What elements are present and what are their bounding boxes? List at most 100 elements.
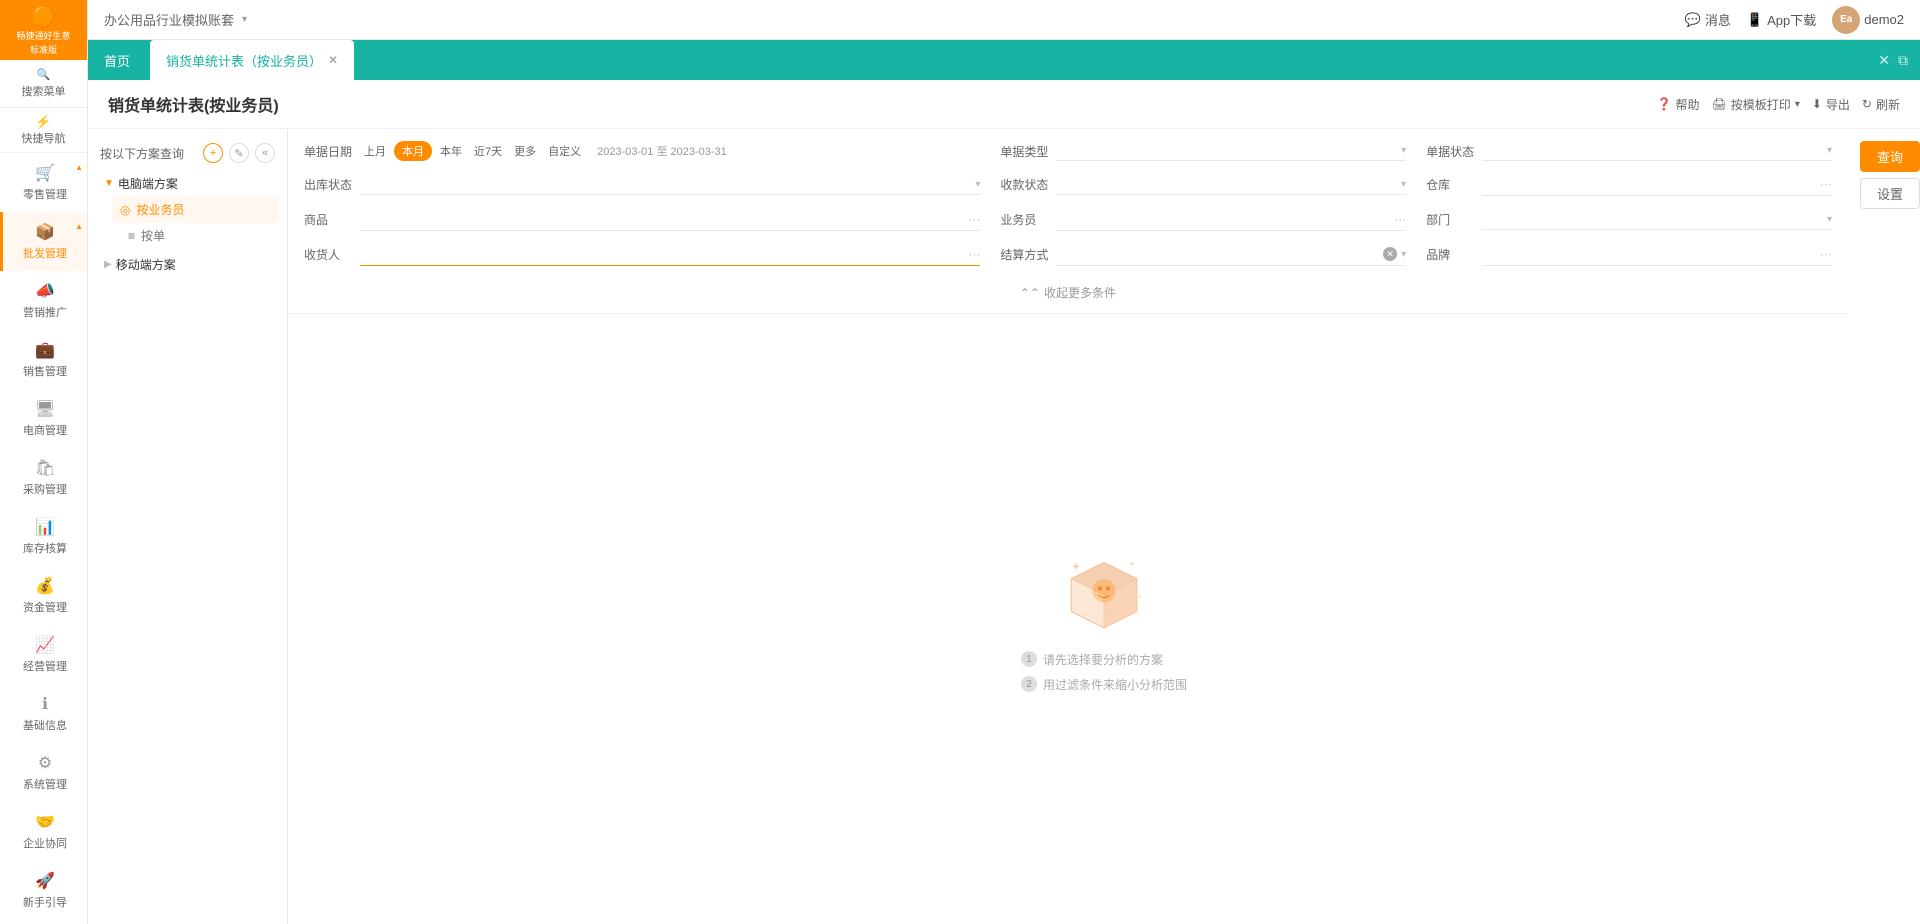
settlement-label: 结算方式: [1000, 246, 1056, 263]
mobile-scheme-toggle[interactable]: ▶ 移动端方案: [96, 252, 279, 277]
sidebar-item-ecommerce[interactable]: 🖥 电商管理: [0, 389, 87, 448]
salesperson-input[interactable]: ···: [1056, 208, 1406, 231]
operation-label: 经营管理: [23, 658, 67, 674]
scheme-order[interactable]: ≡ 按单: [112, 223, 279, 248]
warehouse-dots: ···: [1820, 177, 1832, 191]
mobile-expand-icon: ▶: [104, 259, 112, 270]
sidebar-item-guide[interactable]: 🚀 新手引导: [0, 861, 87, 920]
sidebar-item-cooperation[interactable]: 🤝 企业协同: [0, 802, 87, 861]
scheme-salesperson[interactable]: ◎ 按业务员: [112, 196, 279, 223]
system-icon: ⚙: [38, 753, 52, 773]
date-tab-this-year[interactable]: 本年: [436, 141, 466, 161]
tab-sales-report[interactable]: 销货单统计表（按业务员） ✕: [150, 40, 354, 80]
home-tab-label: 首页: [104, 51, 130, 70]
refresh-button[interactable]: ↻ 刷新: [1862, 96, 1900, 113]
edit-scheme-button[interactable]: ✎: [229, 143, 249, 163]
help-button[interactable]: ❓ 帮助: [1657, 96, 1700, 113]
date-tab-more[interactable]: 更多: [510, 141, 540, 161]
user-menu[interactable]: Ea demo2: [1832, 6, 1904, 34]
tab-restore-icon[interactable]: ⧉: [1898, 52, 1908, 69]
sidebar-item-retail[interactable]: 🛒 零售管理: [0, 153, 87, 212]
wholesale-icon: 📦: [35, 222, 55, 242]
sidebar-item-system[interactable]: ⚙ 系统管理: [0, 743, 87, 802]
sidebar-item-basic[interactable]: ℹ 基础信息: [0, 684, 87, 743]
doc-type-input[interactable]: ▾: [1056, 141, 1406, 161]
settlement-input[interactable]: ✕ ▾: [1056, 243, 1406, 266]
collapse-more-button[interactable]: ⌃⌃ 收起更多条件: [304, 278, 1832, 309]
search-button[interactable]: 🔍 搜索菜单: [22, 68, 66, 99]
sidebar-item-apps[interactable]: 📱 应用中心: [0, 920, 87, 924]
goods-field: 商品 ···: [304, 208, 980, 231]
filter-row-2: 出库状态 ▾ 收款状态: [304, 173, 1832, 196]
topnav-right: 💬 消息 📱 App下载 Ea demo2: [1685, 6, 1904, 34]
mobile-icon: 📱: [1747, 12, 1763, 28]
app-logo[interactable]: 🟠 畅捷通好生意 标准版: [0, 0, 87, 60]
empty-state: ✦ ✦ ✦ 1 请先选择要分析的方案 2: [288, 314, 1920, 924]
guide-label: 新手引导: [23, 894, 67, 910]
lightning-icon: ⚡: [35, 114, 51, 130]
desktop-scheme-toggle[interactable]: ▼ 电脑端方案: [96, 171, 279, 196]
shipment-input[interactable]: ▾: [360, 175, 980, 195]
filter-form-area: 单据日期 上月 本月 本年 近7天 更多: [288, 129, 1848, 314]
shipment-label: 出库状态: [304, 176, 360, 193]
sidebar-item-inventory[interactable]: 📊 库存核算: [0, 507, 87, 566]
sidebar-item-operation[interactable]: 📈 经营管理: [0, 625, 87, 684]
app-download-button[interactable]: 📱 App下载: [1747, 10, 1816, 29]
date-tab-custom[interactable]: 自定义: [544, 141, 585, 161]
settlement-field: 结算方式 ✕ ▾: [1000, 243, 1406, 266]
sales-label: 销售管理: [23, 363, 67, 379]
collection-input[interactable]: ▾: [1056, 175, 1406, 195]
top-navbar: 办公用品行业模拟账套 ▾ 💬 消息 📱 App下载 Ea demo2: [88, 0, 1920, 40]
print-icon: 🖨: [1712, 97, 1727, 111]
template-print-button[interactable]: 🖨 按模板打印 ▾: [1712, 96, 1800, 113]
quick-nav[interactable]: ⚡ 快捷导航: [0, 108, 87, 153]
dept-label: 部门: [1426, 211, 1482, 228]
svg-text:✦: ✦: [1137, 593, 1143, 601]
settlement-clear-button[interactable]: ✕: [1383, 247, 1397, 261]
sales-tab-label: 销货单统计表（按业务员）: [166, 51, 322, 70]
sidebar-item-finance[interactable]: 💰 资金管理: [0, 566, 87, 625]
message-button[interactable]: 💬 消息: [1685, 10, 1731, 29]
topnav-dropdown-icon[interactable]: ▾: [242, 14, 247, 25]
sidebar-item-marketing[interactable]: 📣 营销推广: [0, 271, 87, 330]
hint-num-1: 1: [1021, 651, 1037, 667]
action-buttons: 查询 设置: [1848, 129, 1920, 314]
doc-status-input[interactable]: ▾: [1482, 141, 1832, 161]
settings-button[interactable]: 设置: [1860, 178, 1920, 209]
warehouse-input[interactable]: ···: [1482, 173, 1832, 196]
tab-close-all-icon[interactable]: ✕: [1878, 52, 1890, 69]
query-button[interactable]: 查询: [1860, 141, 1920, 172]
dept-input[interactable]: ▾: [1482, 210, 1832, 230]
add-scheme-button[interactable]: +: [203, 143, 223, 163]
inventory-label: 库存核算: [23, 540, 67, 556]
ecommerce-icon: 🖥: [35, 399, 55, 419]
cooperation-icon: 🤝: [35, 812, 55, 832]
consignee-input[interactable]: ···: [360, 243, 980, 266]
help-icon: ❓: [1657, 97, 1672, 111]
goods-label: 商品: [304, 211, 360, 228]
salesperson-label: 业务员: [1000, 211, 1056, 228]
date-tab-last-month[interactable]: 上月: [360, 141, 390, 161]
hint-num-2: 2: [1021, 676, 1037, 692]
topnav-title: 办公用品行业模拟账套: [104, 10, 234, 29]
tab-close-icon[interactable]: ✕: [328, 53, 338, 67]
avatar: Ea: [1832, 6, 1860, 34]
sidebar-item-sales[interactable]: 💼 销售管理: [0, 330, 87, 389]
date-tab-this-month[interactable]: 本月: [394, 141, 432, 161]
finance-icon: 💰: [35, 576, 55, 596]
filter-row-3: 商品 ··· 业务员: [304, 208, 1832, 231]
collapse-sidebar-button[interactable]: «: [255, 143, 275, 163]
tab-home[interactable]: 首页: [88, 40, 146, 80]
date-tab-7days[interactable]: 近7天: [470, 141, 506, 161]
goods-input[interactable]: ···: [360, 208, 980, 231]
filter-scheme-label: 按以下方案查询: [100, 145, 184, 162]
sidebar-item-purchase[interactable]: 🛍 采购管理: [0, 448, 87, 507]
collection-field: 收款状态 ▾: [1000, 175, 1406, 195]
brand-input[interactable]: ···: [1482, 243, 1832, 266]
export-button[interactable]: ⬇ 导出: [1812, 96, 1850, 113]
page-actions: ❓ 帮助 🖨 按模板打印 ▾ ⬇ 导出 ↻ 刷新: [1657, 96, 1900, 113]
template-print-label: 按模板打印: [1731, 96, 1791, 113]
inventory-icon: 📊: [35, 517, 55, 537]
sidebar-search-section: 🔍 搜索菜单: [0, 60, 87, 108]
sidebar-item-wholesale[interactable]: 📦 批发管理: [0, 212, 87, 271]
